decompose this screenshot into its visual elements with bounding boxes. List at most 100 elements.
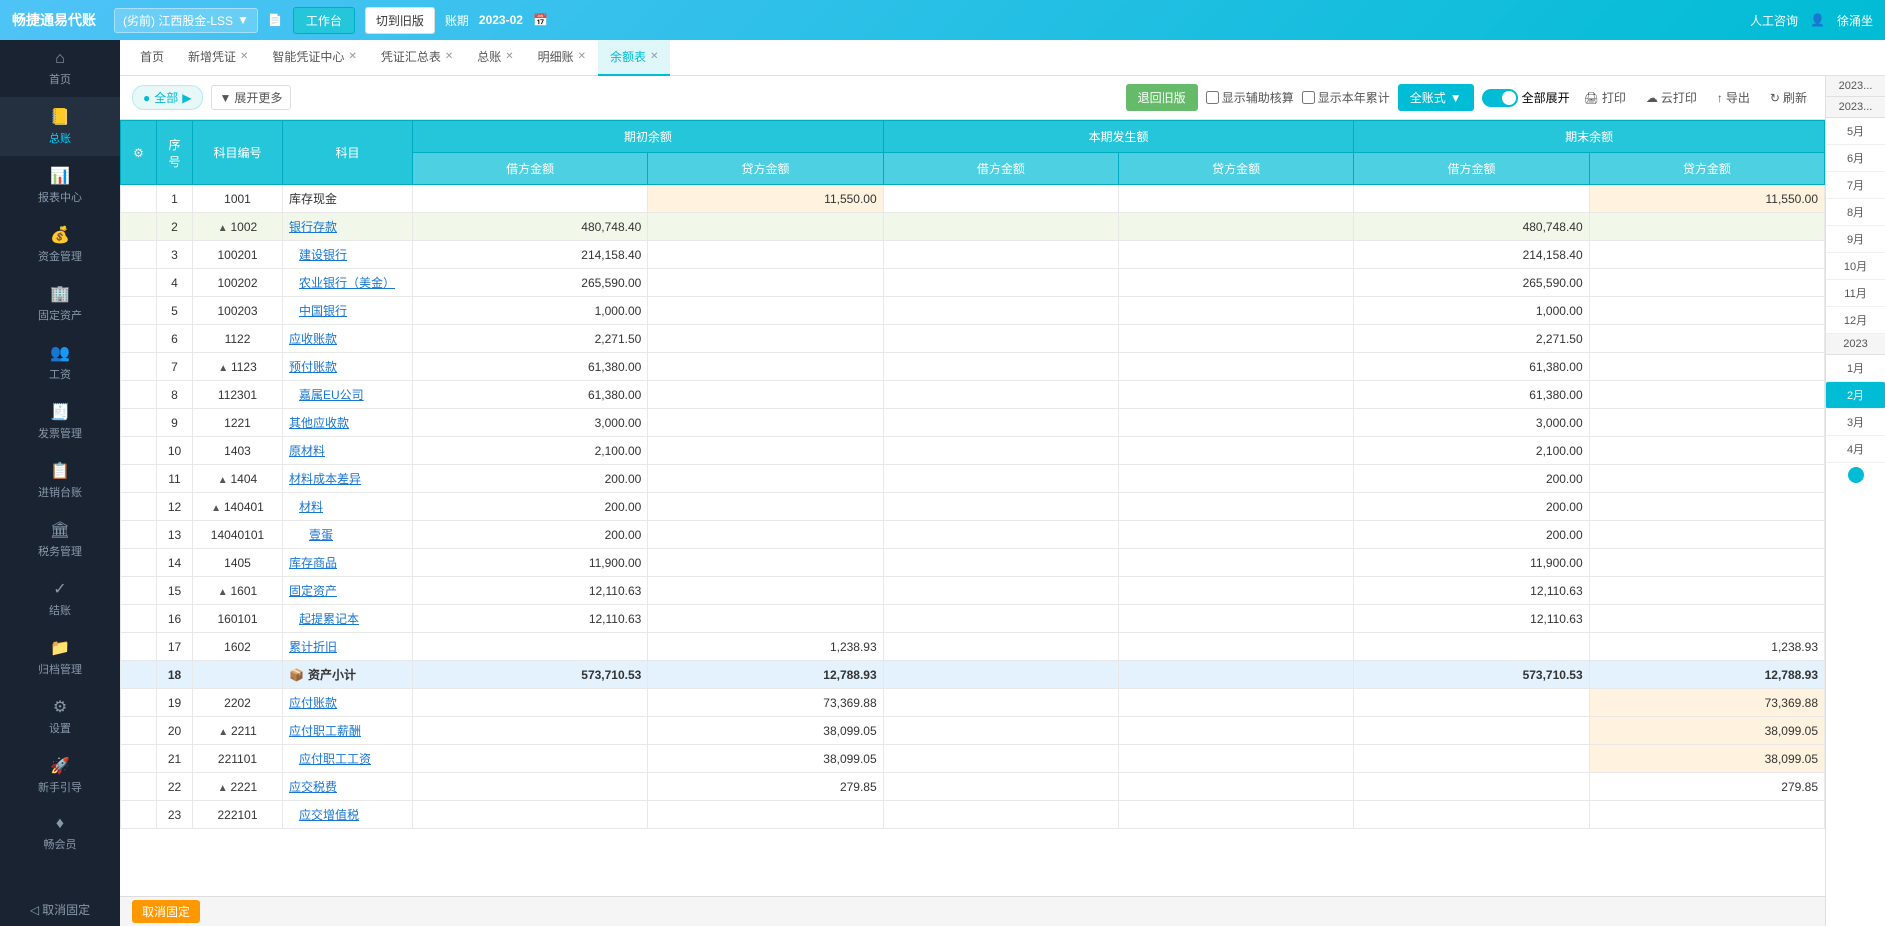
filter-all[interactable]: ● 全部 ▶: [132, 85, 203, 110]
sidebar-item-invoice[interactable]: 🧾 发票管理: [0, 392, 120, 451]
td-name[interactable]: 固定资产: [283, 577, 413, 605]
tab-detail-close[interactable]: ✕: [578, 51, 586, 62]
tab-detail[interactable]: 明细账 ✕: [526, 40, 598, 76]
subject-link[interactable]: 应收账款: [289, 332, 337, 346]
subject-link[interactable]: 材料: [299, 500, 323, 514]
td-name[interactable]: 库存商品: [283, 549, 413, 577]
sidebar-item-archive[interactable]: 📁 归档管理: [0, 628, 120, 687]
sidebar-item-asset[interactable]: 🏢 固定资产: [0, 274, 120, 333]
subject-link[interactable]: 固定资产: [289, 584, 337, 598]
subject-link[interactable]: 应交增值税: [299, 808, 359, 822]
subject-link[interactable]: 应付账款: [289, 696, 337, 710]
subject-link[interactable]: 预付账款: [289, 360, 337, 374]
sidebar-item-sales[interactable]: 📋 进销台账: [0, 451, 120, 510]
subject-link[interactable]: 起提累记本: [299, 612, 359, 626]
tab-voucher-summary-close[interactable]: ✕: [445, 51, 453, 62]
subject-link[interactable]: 银行存款: [289, 220, 337, 234]
td-name[interactable]: 壹蛋: [283, 521, 413, 549]
subject-link[interactable]: 应付职工工资: [299, 752, 371, 766]
expand-more-button[interactable]: ▼ 展开更多: [211, 85, 292, 110]
tab-add-voucher[interactable]: 新增凭证 ✕: [176, 40, 260, 76]
td-name[interactable]: 嘉属EU公司: [283, 381, 413, 409]
balance-table-wrapper[interactable]: ⚙ 序号 科目编号 科目 期初余额 本期发生额 期末余额 借方金额 贷方金额: [120, 120, 1825, 896]
td-name[interactable]: 建设银行: [283, 241, 413, 269]
month-2-active[interactable]: 2月: [1826, 382, 1885, 409]
print-button[interactable]: 🖨 打印: [1578, 86, 1632, 109]
subject-link[interactable]: 农业银行（美金）: [299, 276, 395, 290]
td-name[interactable]: 应收账款: [283, 325, 413, 353]
td-name[interactable]: 中国银行: [283, 297, 413, 325]
switch-version-button[interactable]: 切到旧版: [365, 7, 435, 34]
month-3[interactable]: 3月: [1826, 409, 1885, 436]
subject-link[interactable]: 嘉属EU公司: [299, 388, 364, 402]
sidebar-item-report[interactable]: 📊 报表中心: [0, 156, 120, 215]
td-name[interactable]: 应付职工薪酬: [283, 717, 413, 745]
sidebar-item-home[interactable]: ⌂ 首页: [0, 40, 120, 97]
refresh-button[interactable]: ↻ 刷新: [1764, 86, 1813, 109]
subject-link[interactable]: 其他应收款: [289, 416, 349, 430]
subject-link[interactable]: 累计折旧: [289, 640, 337, 654]
consult-label[interactable]: 人工咨询: [1750, 12, 1798, 29]
company-selector[interactable]: (劣前) 江西股金-LSS ▼: [114, 8, 258, 33]
cloud-print-button[interactable]: ☁ 云打印: [1640, 86, 1703, 109]
month-9[interactable]: 9月: [1826, 226, 1885, 253]
sidebar-item-settle[interactable]: ✓ 结账: [0, 569, 120, 628]
sidebar-bottom[interactable]: ◁ 取消固定: [0, 893, 120, 926]
td-name[interactable]: 预付账款: [283, 353, 413, 381]
sidebar-item-ledger[interactable]: 📒 总账: [0, 97, 120, 156]
sidebar-item-capital[interactable]: 💰 资金管理: [0, 215, 120, 274]
check-yearly-label[interactable]: 显示本年累计: [1302, 89, 1390, 106]
td-name[interactable]: 累计折旧: [283, 633, 413, 661]
expand-toggle[interactable]: [1482, 89, 1518, 107]
sidebar-item-wage[interactable]: 👥 工资: [0, 333, 120, 392]
td-name[interactable]: 起提累记本: [283, 605, 413, 633]
month-4[interactable]: 4月: [1826, 436, 1885, 463]
subject-link[interactable]: 壹蛋: [309, 528, 333, 542]
calendar-icon[interactable]: 📅: [533, 13, 548, 27]
tab-ledger[interactable]: 总账 ✕: [465, 40, 525, 76]
check-assist[interactable]: [1206, 91, 1219, 104]
tab-smart-voucher-close[interactable]: ✕: [348, 51, 356, 62]
tab-balance[interactable]: 余额表 ✕: [598, 40, 670, 76]
sidebar-item-member[interactable]: ♦ 畅会员: [0, 805, 120, 862]
tab-smart-voucher[interactable]: 智能凭证中心 ✕: [260, 40, 368, 76]
subject-link[interactable]: 库存商品: [289, 556, 337, 570]
subject-link[interactable]: 建设银行: [299, 248, 347, 262]
td-name[interactable]: 应交税费: [283, 773, 413, 801]
tab-balance-close[interactable]: ✕: [650, 51, 658, 62]
td-name[interactable]: 应付职工工资: [283, 745, 413, 773]
month-1[interactable]: 1月: [1826, 355, 1885, 382]
td-name[interactable]: 材料: [283, 493, 413, 521]
workbench-button[interactable]: 工作台: [293, 7, 355, 34]
month-7[interactable]: 7月: [1826, 172, 1885, 199]
sidebar-item-newguide[interactable]: 🚀 新手引导: [0, 746, 120, 805]
td-name[interactable]: 应付账款: [283, 689, 413, 717]
month-8[interactable]: 8月: [1826, 199, 1885, 226]
tab-voucher-summary[interactable]: 凭证汇总表 ✕: [369, 40, 465, 76]
tab-home[interactable]: 首页: [128, 40, 176, 76]
td-name[interactable]: 其他应收款: [283, 409, 413, 437]
td-name[interactable]: 应交增值税: [283, 801, 413, 829]
subject-link[interactable]: 材料成本差异: [289, 472, 361, 486]
subject-link[interactable]: 中国银行: [299, 304, 347, 318]
circle-indicator[interactable]: [1848, 467, 1864, 483]
subject-link[interactable]: 应付职工薪酬: [289, 724, 361, 738]
check-yearly[interactable]: [1302, 91, 1315, 104]
subject-link[interactable]: 应交税费: [289, 780, 337, 794]
tab-ledger-close[interactable]: ✕: [505, 51, 513, 62]
month-5[interactable]: 5月: [1826, 118, 1885, 145]
td-name[interactable]: 农业银行（美金）: [283, 269, 413, 297]
export-button[interactable]: ↑ 导出: [1711, 86, 1756, 109]
full-width-button[interactable]: 全账式 ▼: [1398, 84, 1474, 111]
td-name[interactable]: 原材料: [283, 437, 413, 465]
tab-add-voucher-close[interactable]: ✕: [240, 51, 248, 62]
month-11[interactable]: 11月: [1826, 280, 1885, 307]
sidebar-item-settings[interactable]: ⚙ 设置: [0, 687, 120, 746]
td-name[interactable]: 银行存款: [283, 213, 413, 241]
unfix-button[interactable]: 取消固定: [132, 900, 200, 923]
td-name[interactable]: 材料成本差异: [283, 465, 413, 493]
month-6[interactable]: 6月: [1826, 145, 1885, 172]
month-10[interactable]: 10月: [1826, 253, 1885, 280]
check-assist-label[interactable]: 显示辅助核算: [1206, 89, 1294, 106]
th-settings[interactable]: ⚙: [121, 121, 157, 185]
